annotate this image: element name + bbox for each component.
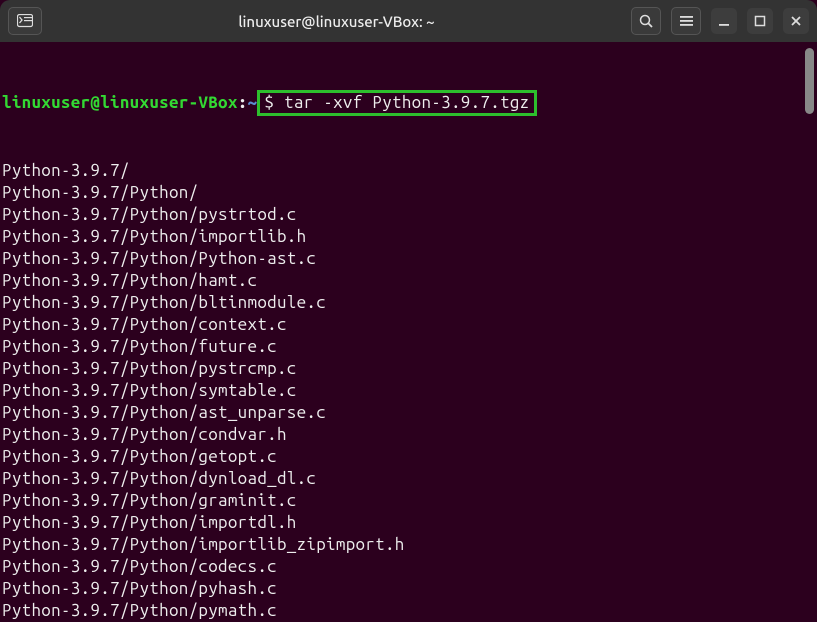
prompt-user: linuxuser bbox=[2, 93, 90, 112]
prompt-colon: : bbox=[238, 93, 248, 112]
terminal-area[interactable]: linuxuser@linuxuser-VBox:~$ tar -xvf Pyt… bbox=[0, 42, 817, 622]
output-line: Python-3.9.7/Python/ bbox=[1, 182, 816, 204]
output-line: Python-3.9.7/Python/pystrtod.c bbox=[1, 204, 816, 226]
minimize-icon bbox=[718, 15, 730, 27]
titlebar-right-controls bbox=[631, 7, 809, 35]
output-line: Python-3.9.7/Python/symtable.c bbox=[1, 380, 816, 402]
output-line: Python-3.9.7/Python/Python-ast.c bbox=[1, 248, 816, 270]
output-line: Python-3.9.7/Python/pystrcmp.c bbox=[1, 358, 816, 380]
output-line: Python-3.9.7/Python/condvar.h bbox=[1, 424, 816, 446]
new-tab-button[interactable] bbox=[8, 7, 42, 35]
output-line: Python-3.9.7/Python/importlib_zipimport.… bbox=[1, 534, 816, 556]
prompt-host: linuxuser-VBox bbox=[100, 93, 237, 112]
maximize-button[interactable] bbox=[747, 8, 773, 34]
output-line: Python-3.9.7/Python/dynload_dl.c bbox=[1, 468, 816, 490]
window-title: linuxuser@linuxuser-VBox: ~ bbox=[50, 13, 623, 30]
output-line: Python-3.9.7/Python/bltinmodule.c bbox=[1, 292, 816, 314]
output-line: Python-3.9.7/Python/hamt.c bbox=[1, 270, 816, 292]
output-line: Python-3.9.7/Python/getopt.c bbox=[1, 446, 816, 468]
scrollbar-thumb[interactable] bbox=[805, 48, 814, 114]
output-line: Python-3.9.7/Python/importdl.h bbox=[1, 512, 816, 534]
hamburger-icon bbox=[679, 14, 694, 28]
terminal-content: linuxuser@linuxuser-VBox:~$ tar -xvf Pyt… bbox=[1, 46, 816, 622]
prompt-line: linuxuser@linuxuser-VBox:~$ tar -xvf Pyt… bbox=[1, 90, 816, 116]
maximize-icon bbox=[754, 15, 766, 27]
output-line: Python-3.9.7/Python/codecs.c bbox=[1, 556, 816, 578]
search-icon bbox=[639, 14, 654, 29]
minimize-button[interactable] bbox=[711, 8, 737, 34]
close-button[interactable] bbox=[783, 8, 809, 34]
close-icon bbox=[790, 15, 802, 27]
menu-button[interactable] bbox=[671, 7, 701, 35]
output-line: Python-3.9.7/Python/graminit.c bbox=[1, 490, 816, 512]
prompt-path: ~ bbox=[248, 93, 258, 112]
output-line: Python-3.9.7/Python/ast_unparse.c bbox=[1, 402, 816, 424]
output-line: Python-3.9.7/Python/future.c bbox=[1, 336, 816, 358]
output-line: Python-3.9.7/Python/importlib.h bbox=[1, 226, 816, 248]
terminal-tab-icon bbox=[17, 14, 33, 28]
output-line: Python-3.9.7/ bbox=[1, 160, 816, 182]
search-button[interactable] bbox=[631, 7, 661, 35]
output-lines: Python-3.9.7/Python-3.9.7/Python/Python-… bbox=[1, 160, 816, 622]
output-line: Python-3.9.7/Python/pymath.c bbox=[1, 600, 816, 622]
titlebar: linuxuser@linuxuser-VBox: ~ bbox=[0, 0, 817, 42]
output-line: Python-3.9.7/Python/context.c bbox=[1, 314, 816, 336]
command-highlight: $ tar -xvf Python-3.9.7.tgz bbox=[257, 90, 536, 116]
output-line: Python-3.9.7/Python/pyhash.c bbox=[1, 578, 816, 600]
prompt-at: @ bbox=[90, 93, 100, 112]
